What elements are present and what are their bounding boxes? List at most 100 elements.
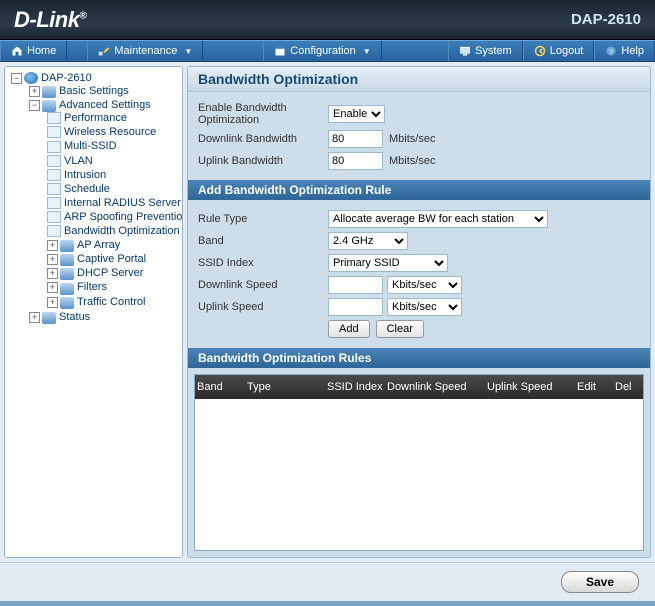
save-button[interactable]: Save xyxy=(561,571,639,593)
page-icon xyxy=(47,155,61,167)
uplink-speed-unit[interactable]: Kbits/sec xyxy=(387,298,462,316)
expand-icon[interactable]: + xyxy=(47,240,58,251)
collapse-icon[interactable]: − xyxy=(29,100,40,111)
downlink-speed-unit[interactable]: Kbits/sec xyxy=(387,276,462,294)
enable-select[interactable]: Enable xyxy=(328,105,385,123)
col-edit: Edit xyxy=(575,375,613,399)
downlink-bw-input[interactable] xyxy=(328,130,383,148)
tree-internal-radius[interactable]: Internal RADIUS Server xyxy=(43,196,180,210)
folder-icon xyxy=(60,283,74,295)
uplink-speed-input[interactable] xyxy=(328,298,383,316)
menu-configuration-label: Configuration xyxy=(290,45,355,57)
tree-status[interactable]: + Status xyxy=(25,310,180,324)
tree-arp-spoof[interactable]: ARP Spoofing Prevention xyxy=(43,210,180,224)
folder-icon xyxy=(60,268,74,280)
tree-item-label: Bandwidth Optimization xyxy=(64,225,180,237)
tree-item-label: Performance xyxy=(64,112,127,124)
tree-item-label: Internal RADIUS Server xyxy=(64,197,181,209)
page-icon xyxy=(47,126,61,138)
expand-icon[interactable]: + xyxy=(47,297,58,308)
col-band: Band xyxy=(195,375,245,399)
folder-icon xyxy=(60,297,74,309)
page-icon xyxy=(47,211,61,223)
add-button[interactable]: Add xyxy=(328,320,370,338)
menu-configuration[interactable]: Configuration▼ xyxy=(263,41,381,61)
tree-wireless-resource[interactable]: Wireless Resource xyxy=(43,125,180,139)
tree-basic[interactable]: + Basic Settings xyxy=(25,84,180,98)
tree-intrusion[interactable]: Intrusion xyxy=(43,168,180,182)
tree-item-label: Captive Portal xyxy=(77,253,146,265)
uplink-bw-input[interactable] xyxy=(328,152,383,170)
page-icon xyxy=(47,183,61,195)
top-menubar: Home Maintenance▼ Configuration▼ System … xyxy=(0,40,655,62)
page-title: Bandwidth Optimization xyxy=(188,67,650,92)
folder-icon xyxy=(42,312,56,324)
expand-icon[interactable]: + xyxy=(47,268,58,279)
rule-type-label: Rule Type xyxy=(198,213,328,225)
bandwidth-panel: Bandwidth Optimization Enable Bandwidth … xyxy=(187,66,651,558)
band-select[interactable]: 2.4 GHz xyxy=(328,232,408,250)
col-uplink: Uplink Speed xyxy=(485,375,575,399)
tree-basic-label: Basic Settings xyxy=(59,85,129,97)
collapse-icon[interactable]: − xyxy=(11,73,22,84)
tree-captive-portal[interactable]: + Captive Portal xyxy=(43,252,180,266)
tree-item-label: Filters xyxy=(77,281,107,293)
brand-logo: D-Link® xyxy=(14,7,86,33)
tree-traffic-control[interactable]: + Traffic Control xyxy=(43,295,180,309)
downlink-speed-input[interactable] xyxy=(328,276,383,294)
tree-item-label: ARP Spoofing Prevention xyxy=(64,211,183,223)
folder-icon xyxy=(60,254,74,266)
rules-table-head: Band Type SSID Index Downlink Speed Upli… xyxy=(195,375,643,399)
enable-label: Enable Bandwidth Optimization xyxy=(198,102,328,126)
rules-header: Bandwidth Optimization Rules xyxy=(188,348,650,368)
tree-item-label: Traffic Control xyxy=(77,296,145,308)
uplink-speed-label: Uplink Speed xyxy=(198,301,328,313)
tree-vlan[interactable]: VLAN xyxy=(43,154,180,168)
ssid-label: SSID Index xyxy=(198,257,328,269)
expand-icon[interactable]: + xyxy=(29,86,40,97)
rules-table-body xyxy=(195,399,643,550)
sidebar: − DAP-2610 + Basic Settings −Advanced Sett… xyxy=(4,66,183,558)
menu-system[interactable]: System xyxy=(448,41,523,61)
page-icon xyxy=(47,225,61,237)
menu-logout-label: Logout xyxy=(550,45,584,57)
svg-text:?: ? xyxy=(609,49,613,56)
tree-bandwidth-opt[interactable]: Bandwidth Optimization xyxy=(43,224,180,238)
menu-logout[interactable]: Logout xyxy=(523,41,595,61)
main-area: − DAP-2610 + Basic Settings −Advanced Sett… xyxy=(0,62,655,562)
tree-root-label: DAP-2610 xyxy=(41,72,92,84)
tree-status-label: Status xyxy=(59,311,90,323)
tree-performance[interactable]: Performance xyxy=(43,111,180,125)
expand-icon[interactable]: + xyxy=(47,254,58,265)
add-rule-header: Add Bandwidth Optimization Rule xyxy=(188,180,650,200)
tree-item-label: DHCP Server xyxy=(77,267,143,279)
tree-item-label: Wireless Resource xyxy=(64,126,156,138)
menu-home-label: Home xyxy=(27,45,56,57)
rules-table: Band Type SSID Index Downlink Speed Upli… xyxy=(194,374,644,551)
menu-maintenance[interactable]: Maintenance▼ xyxy=(87,41,203,61)
menu-maintenance-label: Maintenance xyxy=(114,45,177,57)
tree-item-label: AP Array xyxy=(77,239,120,251)
menu-home[interactable]: Home xyxy=(0,41,67,61)
tree-ap-array[interactable]: + AP Array xyxy=(43,238,180,252)
tree-dhcp-server[interactable]: + DHCP Server xyxy=(43,266,180,280)
uplink-bw-label: Uplink Bandwidth xyxy=(198,155,328,167)
rule-type-select[interactable]: Allocate average BW for each station xyxy=(328,210,548,228)
page-icon xyxy=(47,169,61,181)
menu-help[interactable]: ? Help xyxy=(594,41,655,61)
tree-multi-ssid[interactable]: Multi-SSID xyxy=(43,139,180,153)
page-icon xyxy=(47,141,61,153)
expand-icon[interactable]: + xyxy=(29,312,40,323)
tree-advanced[interactable]: −Advanced Settings Performance Wireless … xyxy=(25,98,180,309)
content-area: Bandwidth Optimization Enable Bandwidth … xyxy=(183,62,655,562)
tree-schedule[interactable]: Schedule xyxy=(43,182,180,196)
expand-icon[interactable]: + xyxy=(47,282,58,293)
clear-button[interactable]: Clear xyxy=(376,320,424,338)
header-bar: D-Link® DAP-2610 xyxy=(0,0,655,40)
downlink-bw-label: Downlink Bandwidth xyxy=(198,133,328,145)
ssid-select[interactable]: Primary SSID xyxy=(328,254,448,272)
tree-filters[interactable]: + Filters xyxy=(43,280,180,294)
mbits-unit: Mbits/sec xyxy=(389,155,435,167)
col-type: Type xyxy=(245,375,325,399)
tree-root[interactable]: − DAP-2610 + Basic Settings −Advanced Sett… xyxy=(7,71,180,325)
